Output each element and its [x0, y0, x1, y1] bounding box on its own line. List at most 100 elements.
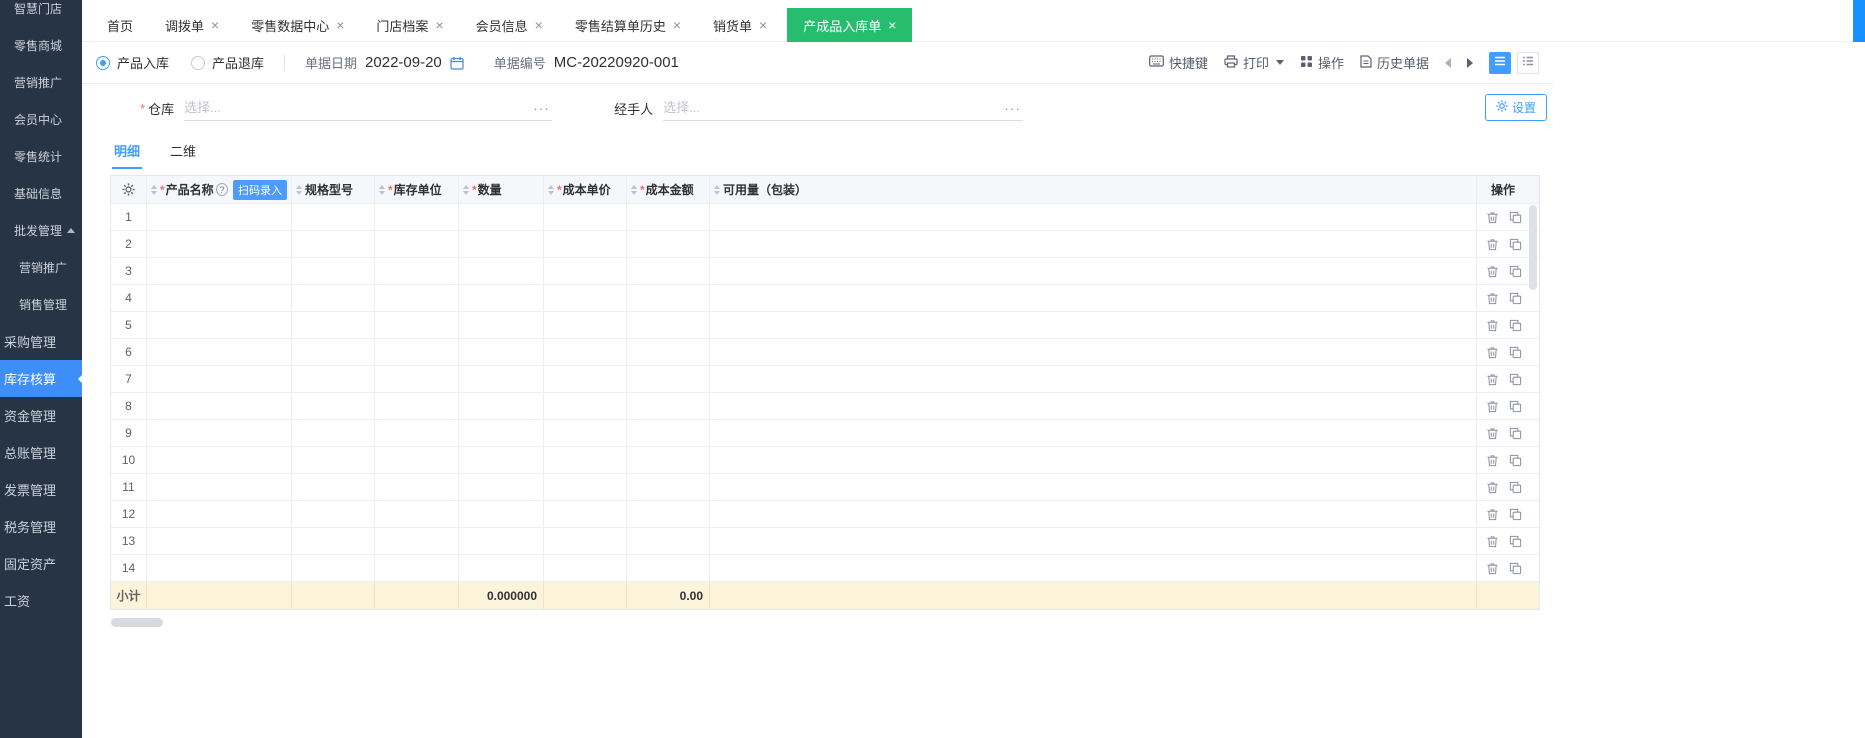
copy-row-icon[interactable]: [1509, 211, 1522, 224]
cell-unit-cost[interactable]: [544, 501, 627, 527]
tab-dimension[interactable]: 二维: [168, 136, 198, 169]
sort-icon[interactable]: [296, 184, 302, 195]
cell-stock-unit[interactable]: [375, 285, 459, 311]
cell-available-qty[interactable]: [710, 474, 1477, 500]
radio-product-inbound[interactable]: 产品入库: [96, 53, 169, 72]
sidebar-item-6[interactable]: 基础信息: [0, 175, 82, 212]
sidebar-item-13[interactable]: 总账管理: [0, 434, 82, 471]
delete-row-icon[interactable]: [1486, 319, 1499, 332]
tab-2[interactable]: 调拨单 ×: [153, 8, 231, 42]
copy-row-icon[interactable]: [1509, 454, 1522, 467]
copy-row-icon[interactable]: [1509, 481, 1522, 494]
cell-unit-cost[interactable]: [544, 393, 627, 419]
sort-icon[interactable]: [151, 184, 157, 195]
cell-stock-unit[interactable]: [375, 204, 459, 230]
column-header-spec-model[interactable]: 规格型号: [292, 176, 375, 203]
sidebar-item-4[interactable]: 会员中心: [0, 101, 82, 138]
sidebar-item-12[interactable]: 资金管理: [0, 397, 82, 434]
cell-available-qty[interactable]: [710, 204, 1477, 230]
cell-quantity[interactable]: [459, 204, 544, 230]
tab-6[interactable]: 零售结算单历史 ×: [563, 8, 693, 42]
copy-row-icon[interactable]: [1509, 562, 1522, 575]
handler-input[interactable]: [663, 100, 1024, 115]
cell-quantity[interactable]: [459, 393, 544, 419]
cell-product-name[interactable]: [147, 501, 292, 527]
cell-quantity[interactable]: [459, 366, 544, 392]
cell-unit-cost[interactable]: [544, 447, 627, 473]
cell-available-qty[interactable]: [710, 339, 1477, 365]
scan-entry-button[interactable]: 扫码录入: [233, 179, 287, 200]
cell-product-name[interactable]: [147, 258, 292, 284]
sidebar-item-9[interactable]: 销售管理: [0, 286, 82, 323]
sort-icon[interactable]: [714, 184, 720, 195]
horizontal-scrollbar-thumb[interactable]: [111, 618, 163, 627]
cell-spec-model[interactable]: [292, 339, 375, 365]
copy-row-icon[interactable]: [1509, 508, 1522, 521]
cell-product-name[interactable]: [147, 420, 292, 446]
cell-available-qty[interactable]: [710, 528, 1477, 554]
cell-cost-amount[interactable]: [627, 555, 710, 581]
cell-cost-amount[interactable]: [627, 285, 710, 311]
cell-stock-unit[interactable]: [375, 312, 459, 338]
sidebar-item-3[interactable]: 营销推广: [0, 64, 82, 101]
cell-unit-cost[interactable]: [544, 339, 627, 365]
sidebar-item-10[interactable]: 采购管理: [0, 323, 82, 360]
cell-cost-amount[interactable]: [627, 474, 710, 500]
cell-stock-unit[interactable]: [375, 447, 459, 473]
cell-quantity[interactable]: [459, 447, 544, 473]
cell-available-qty[interactable]: [710, 447, 1477, 473]
cell-product-name[interactable]: [147, 447, 292, 473]
cell-available-qty[interactable]: [710, 393, 1477, 419]
cell-quantity[interactable]: [459, 474, 544, 500]
cell-cost-amount[interactable]: [627, 231, 710, 257]
cell-spec-model[interactable]: [292, 447, 375, 473]
operations-button[interactable]: 操作: [1300, 53, 1344, 72]
tab-close-icon[interactable]: ×: [535, 18, 543, 32]
cell-spec-model[interactable]: [292, 474, 375, 500]
delete-row-icon[interactable]: [1486, 400, 1499, 413]
delete-row-icon[interactable]: [1486, 211, 1499, 224]
sidebar-item-8[interactable]: 营销推广: [0, 249, 82, 286]
cell-quantity[interactable]: [459, 501, 544, 527]
more-options-icon[interactable]: ···: [533, 101, 550, 115]
sort-icon[interactable]: [379, 184, 385, 195]
copy-row-icon[interactable]: [1509, 535, 1522, 548]
cell-spec-model[interactable]: [292, 555, 375, 581]
copy-row-icon[interactable]: [1509, 238, 1522, 251]
cell-unit-cost[interactable]: [544, 285, 627, 311]
column-header-stock-unit[interactable]: * 库存单位: [375, 176, 459, 203]
print-button[interactable]: 打印: [1224, 53, 1284, 72]
cell-stock-unit[interactable]: [375, 474, 459, 500]
cell-unit-cost[interactable]: [544, 231, 627, 257]
cell-spec-model[interactable]: [292, 528, 375, 554]
cell-unit-cost[interactable]: [544, 474, 627, 500]
cell-spec-model[interactable]: [292, 366, 375, 392]
cell-quantity[interactable]: [459, 258, 544, 284]
list-view-button[interactable]: [1489, 51, 1511, 74]
cell-product-name[interactable]: [147, 204, 292, 230]
cell-cost-amount[interactable]: [627, 528, 710, 554]
cell-quantity[interactable]: [459, 285, 544, 311]
cell-cost-amount[interactable]: [627, 393, 710, 419]
cell-spec-model[interactable]: [292, 393, 375, 419]
cell-stock-unit[interactable]: [375, 555, 459, 581]
cell-stock-unit[interactable]: [375, 258, 459, 284]
tab-close-icon[interactable]: ×: [888, 18, 896, 32]
cell-cost-amount[interactable]: [627, 258, 710, 284]
cell-quantity[interactable]: [459, 312, 544, 338]
delete-row-icon[interactable]: [1486, 481, 1499, 494]
tab-close-icon[interactable]: ×: [673, 18, 681, 32]
cell-quantity[interactable]: [459, 528, 544, 554]
vertical-scrollbar-thumb[interactable]: [1529, 205, 1537, 290]
radio-product-return[interactable]: 产品退库: [191, 53, 264, 72]
cell-spec-model[interactable]: [292, 285, 375, 311]
cell-unit-cost[interactable]: [544, 528, 627, 554]
column-header-product-name[interactable]: * 产品名称? 扫码录入: [147, 176, 292, 203]
cell-unit-cost[interactable]: [544, 420, 627, 446]
delete-row-icon[interactable]: [1486, 346, 1499, 359]
sidebar-item-16[interactable]: 固定资产: [0, 545, 82, 582]
cell-available-qty[interactable]: [710, 420, 1477, 446]
tab-5[interactable]: 会员信息 ×: [464, 8, 555, 42]
more-options-icon[interactable]: ···: [1004, 101, 1021, 115]
history-docs-button[interactable]: 历史单据: [1360, 53, 1429, 72]
